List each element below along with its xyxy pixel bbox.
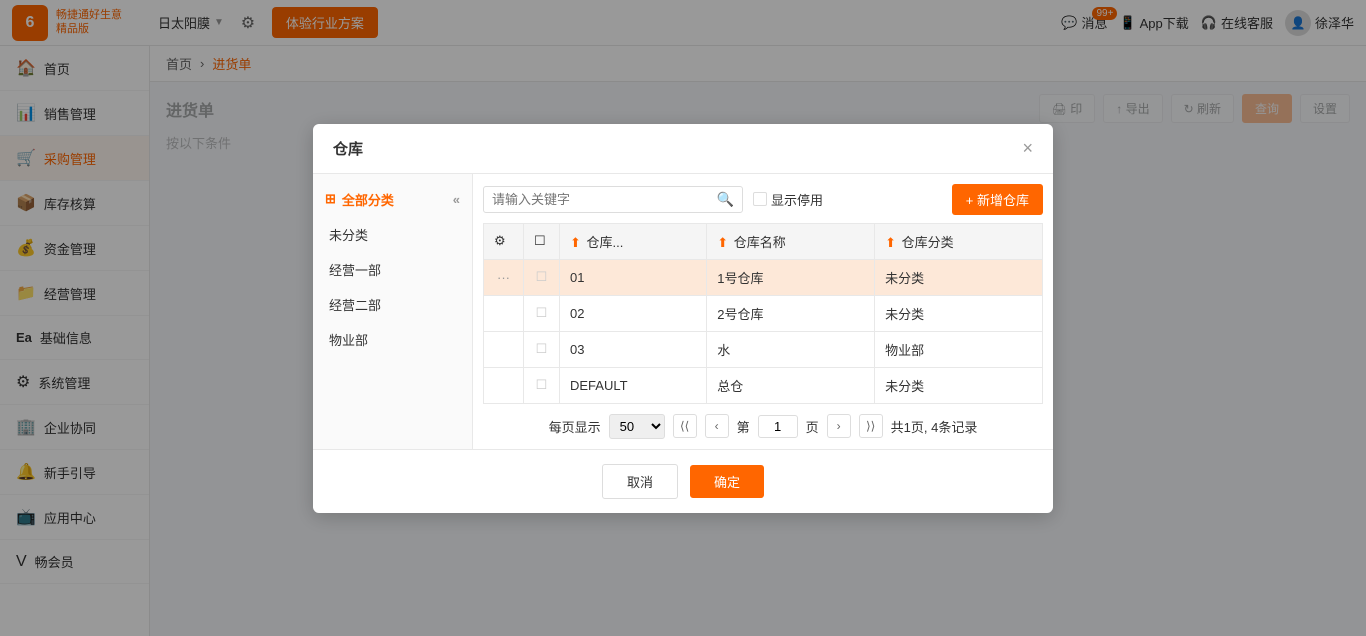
- row-name: 总仓: [707, 367, 875, 403]
- collapse-icon[interactable]: «: [453, 192, 460, 207]
- row-checkbox[interactable]: ☐: [524, 367, 560, 403]
- show-disabled-checkbox[interactable]: [753, 192, 767, 206]
- sort-icon-cat: ⬆: [885, 235, 896, 250]
- table-row[interactable]: ☐ 03 水 物业部: [484, 331, 1043, 367]
- grid-icon: ⊞: [325, 191, 336, 207]
- add-warehouse-button[interactable]: + 新增仓库: [952, 184, 1043, 215]
- row-checkbox[interactable]: ☐: [524, 259, 560, 295]
- pagination: 每页显示 50 20 100 ⟨⟨ ‹ 第 页 › ⟩⟩ 共1页, 4条记录: [483, 414, 1043, 439]
- modal-header: 仓库 ×: [313, 124, 1053, 174]
- row-category: 未分类: [875, 259, 1043, 295]
- category-item-3[interactable]: 物业部: [313, 322, 472, 357]
- category-item-1[interactable]: 经营一部: [313, 252, 472, 287]
- row-name: 2号仓库: [707, 295, 875, 331]
- next-page-button[interactable]: ›: [827, 414, 851, 438]
- modal-footer: 取消 确定: [313, 449, 1053, 513]
- modal-overlay[interactable]: 仓库 × ⊞ 全部分类 « 未分类 经营一部 经营二部 物业部: [0, 0, 1366, 636]
- all-categories-item[interactable]: ⊞ 全部分类 «: [313, 182, 472, 217]
- table-row[interactable]: ☐ 02 2号仓库 未分类: [484, 295, 1043, 331]
- row-category: 未分类: [875, 367, 1043, 403]
- warehouse-modal: 仓库 × ⊞ 全部分类 « 未分类 经营一部 经营二部 物业部: [313, 124, 1053, 513]
- first-page-button[interactable]: ⟨⟨: [673, 414, 697, 438]
- confirm-button[interactable]: 确定: [690, 465, 764, 498]
- cancel-button[interactable]: 取消: [602, 464, 678, 499]
- row-checkbox[interactable]: ☐: [524, 331, 560, 367]
- row-category: 未分类: [875, 295, 1043, 331]
- row-checkbox[interactable]: ☐: [524, 295, 560, 331]
- category-item-0[interactable]: 未分类: [313, 217, 472, 252]
- prev-page-button[interactable]: ‹: [705, 414, 729, 438]
- col-category-header: ⬆ 仓库分类: [875, 223, 1043, 259]
- warehouse-table: ⚙ ☐ ⬆ 仓库... ⬆ 仓库名称 ⬆: [483, 223, 1043, 404]
- page-number-input[interactable]: [758, 415, 798, 438]
- search-input[interactable]: [492, 192, 711, 207]
- row-num: 03: [560, 331, 707, 367]
- row-actions: [484, 295, 524, 331]
- row-num: 02: [560, 295, 707, 331]
- row-num: DEFAULT: [560, 367, 707, 403]
- show-disabled-label[interactable]: 显示停用: [753, 190, 823, 209]
- table-toolbar: 🔍 显示停用 + 新增仓库: [483, 184, 1043, 215]
- modal-title: 仓库: [333, 138, 363, 159]
- col-name-header: ⬆ 仓库名称: [707, 223, 875, 259]
- table-area: 🔍 显示停用 + 新增仓库 ⚙ ☐ ⬆: [473, 174, 1053, 449]
- col-gear-header: ⚙: [484, 223, 524, 259]
- per-page-select[interactable]: 50 20 100: [609, 414, 665, 439]
- table-row[interactable]: ··· ☐ 01 1号仓库 未分类: [484, 259, 1043, 295]
- modal-body: ⊞ 全部分类 « 未分类 经营一部 经营二部 物业部 🔍: [313, 174, 1053, 449]
- category-item-2[interactable]: 经营二部: [313, 287, 472, 322]
- row-actions: [484, 331, 524, 367]
- search-icon: 🔍: [717, 191, 734, 208]
- sort-icon-name: ⬆: [717, 235, 728, 250]
- last-page-button[interactable]: ⟩⟩: [859, 414, 883, 438]
- modal-close-button[interactable]: ×: [1022, 138, 1033, 159]
- col-checkbox-header: ☐: [524, 223, 560, 259]
- sort-icon: ⬆: [570, 235, 581, 250]
- search-box: 🔍: [483, 186, 743, 213]
- row-name: 水: [707, 331, 875, 367]
- row-actions: [484, 367, 524, 403]
- row-num: 01: [560, 259, 707, 295]
- col-code-header: ⬆ 仓库...: [560, 223, 707, 259]
- row-actions: ···: [484, 259, 524, 295]
- row-category: 物业部: [875, 331, 1043, 367]
- row-name: 1号仓库: [707, 259, 875, 295]
- table-row[interactable]: ☐ DEFAULT 总仓 未分类: [484, 367, 1043, 403]
- category-sidebar: ⊞ 全部分类 « 未分类 经营一部 经营二部 物业部: [313, 174, 473, 449]
- row-ellipsis[interactable]: ···: [497, 270, 510, 285]
